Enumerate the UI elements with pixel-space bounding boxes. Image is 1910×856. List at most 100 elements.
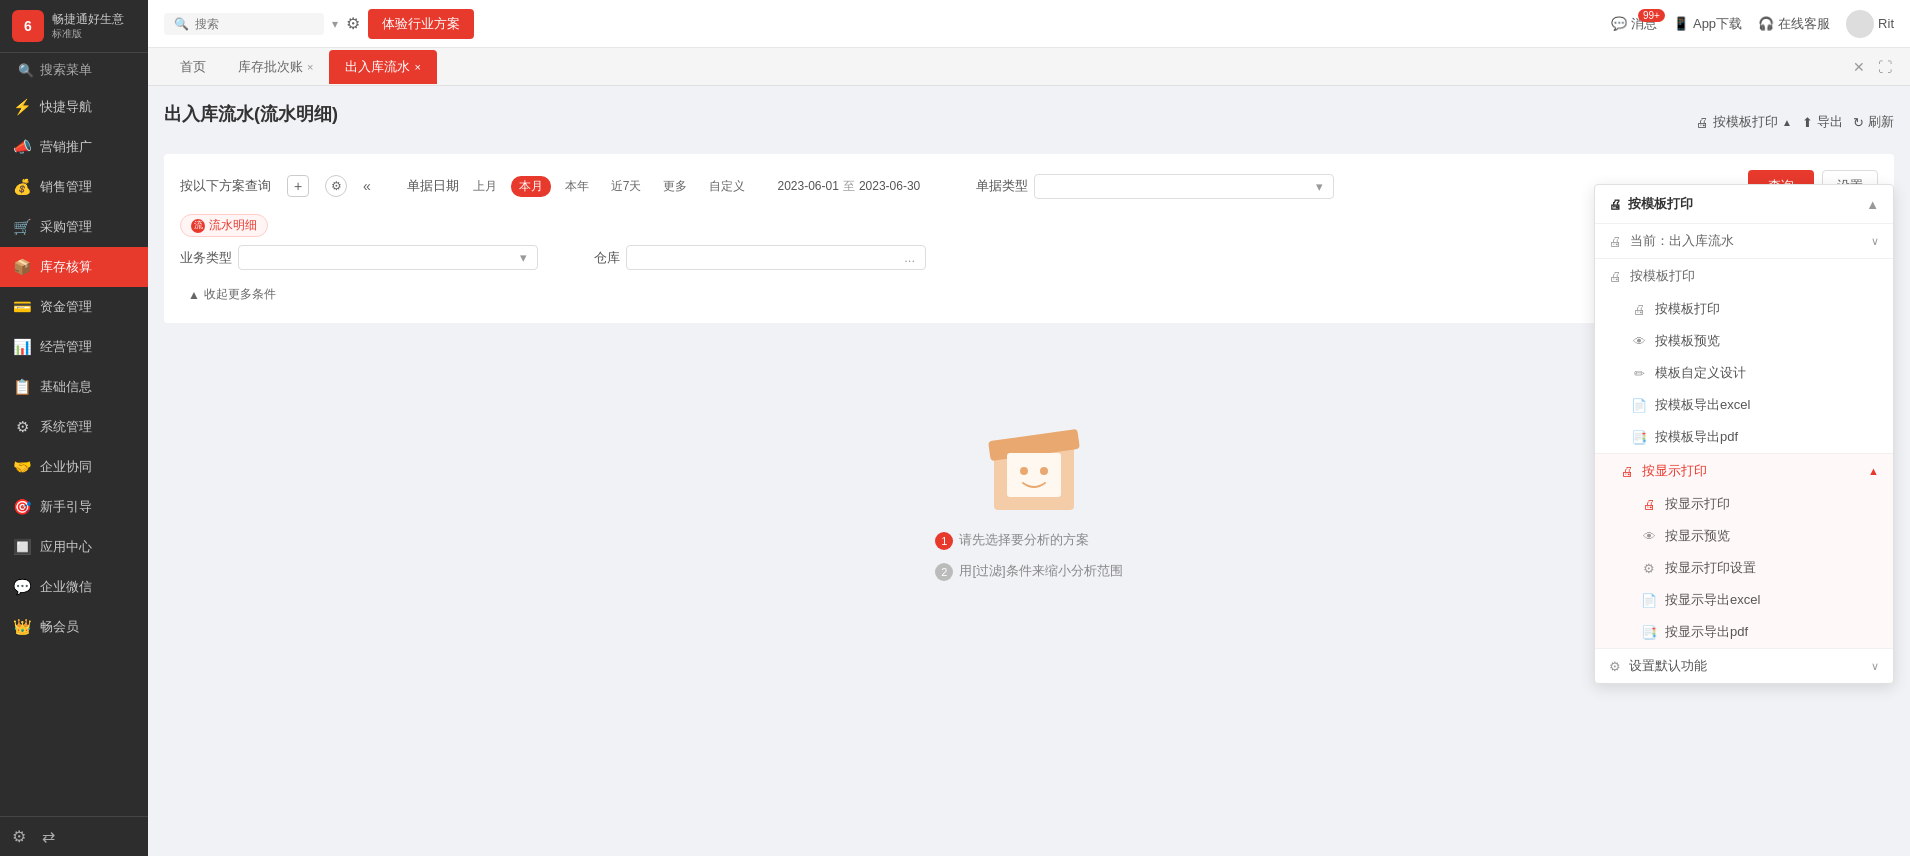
sidebar-item-basic[interactable]: 📋 基础信息 (0, 367, 148, 407)
sidebar-search-label: 搜索菜单 (40, 61, 92, 79)
dropdown-current-label: 当前：出入库流水 (1630, 232, 1734, 250)
warehouse-field[interactable]: ... (626, 245, 926, 270)
tab-home[interactable]: 首页 (164, 50, 222, 84)
sidebar-item-label: 快捷导航 (40, 98, 92, 116)
sidebar-item-member[interactable]: 👑 畅会员 (0, 607, 148, 647)
sidebar-item-label: 销售管理 (40, 178, 92, 196)
tab-current-close-icon[interactable]: × (414, 61, 420, 73)
sidebar-item-shortcut[interactable]: ⚡ 快捷导航 (0, 87, 148, 127)
print-template-label: 按模板打印 (1713, 113, 1778, 131)
tab-current[interactable]: 出入库流水 × (329, 50, 436, 84)
date-range-end: 2023-06-30 (859, 179, 920, 193)
date-btn-more[interactable]: 更多 (655, 176, 695, 197)
step2-num: 2 (935, 563, 953, 581)
filter-collapse-icon[interactable]: « (363, 178, 371, 194)
dropdown-item-display-export-excel[interactable]: 📄 按显示导出excel (1595, 584, 1893, 616)
app-logo-icon: 6 (12, 10, 44, 42)
date-btn-custom[interactable]: 自定义 (701, 176, 753, 197)
type-select[interactable]: ▾ (1034, 174, 1334, 199)
sidebar-item-enterprise[interactable]: 🤝 企业协同 (0, 447, 148, 487)
dropdown-item-display-print[interactable]: 🖨 按显示打印 (1595, 488, 1893, 520)
sidebar-item-wechat[interactable]: 💬 企业微信 (0, 567, 148, 607)
type-label: 单据类型 (976, 177, 1028, 195)
topbar-search-box[interactable]: 🔍 (164, 13, 324, 35)
collapse-sidebar-icon[interactable]: ⇄ (42, 827, 55, 846)
sidebar-item-marketing[interactable]: 📣 营销推广 (0, 127, 148, 167)
sidebar-item-label: 库存核算 (40, 258, 92, 276)
customer-service-button[interactable]: 🎧 在线客服 (1758, 15, 1830, 33)
trial-button[interactable]: 体验行业方案 (368, 9, 474, 39)
dropdown-item-design-template[interactable]: ✏ 模板自定义设计 (1595, 357, 1893, 389)
guide-icon: 🎯 (12, 497, 32, 517)
user-profile[interactable]: Rit (1846, 10, 1894, 38)
dropdown-current-header[interactable]: 🖨 当前：出入库流水 ∨ (1595, 224, 1893, 258)
dropdown-item-preview-template[interactable]: 👁 按模板预览 (1595, 325, 1893, 357)
sidebar-item-label: 企业协同 (40, 458, 92, 476)
brand-badge: 标准版 (52, 27, 124, 41)
tab-batch-close-icon[interactable]: × (307, 61, 313, 73)
sidebar-item-label: 畅会员 (40, 618, 79, 636)
sidebar-item-inventory[interactable]: 📦 库存核算 (0, 247, 148, 287)
topbar-gear-icon[interactable]: ⚙ (346, 14, 360, 33)
chevron-up-icon: ▲ (188, 288, 200, 302)
sidebar-item-operation[interactable]: 📊 经营管理 (0, 327, 148, 367)
sidebar-item-sales[interactable]: 💰 销售管理 (0, 167, 148, 207)
print-template-item-label: 按模板打印 (1655, 300, 1720, 318)
display-section-arrow[interactable]: ▲ (1868, 465, 1879, 477)
filter-add-button[interactable]: + (287, 175, 309, 197)
date-btn-this-month[interactable]: 本月 (511, 176, 551, 197)
sidebar-item-guide[interactable]: 🎯 新手引导 (0, 487, 148, 527)
dropdown-display-header[interactable]: 🖨 按显示打印 ▲ (1595, 454, 1893, 488)
filter-settings-button[interactable]: ⚙ (325, 175, 347, 197)
member-icon: 👑 (12, 617, 32, 637)
tab-batch[interactable]: 库存批次账 × (222, 50, 329, 84)
export-button[interactable]: ⬆ 导出 (1802, 113, 1843, 131)
message-badge: 99+ (1638, 9, 1665, 22)
dropdown-item-display-preview[interactable]: 👁 按显示预览 (1595, 520, 1893, 552)
sidebar-search[interactable]: 🔍 搜索菜单 (0, 53, 148, 87)
dropdown-item-print-template[interactable]: 🖨 按模板打印 (1595, 293, 1893, 325)
empty-illustration (979, 415, 1079, 515)
brand-name: 畅捷通好生意 (52, 11, 124, 28)
message-icon: 💬 (1611, 16, 1627, 31)
sidebar-bottom: ⚙ ⇄ (0, 816, 148, 856)
topbar-chevron-icon[interactable]: ▾ (332, 17, 338, 31)
printer-icon: 🖨 (1696, 115, 1709, 130)
dropdown-display-section: 🖨 按显示打印 ▲ 🖨 按显示打印 👁 按显示预览 ⚙ 按显示打印设置 (1595, 454, 1893, 649)
dropdown-current-arrow[interactable]: ∨ (1871, 235, 1879, 248)
display-preview-icon: 👁 (1641, 528, 1657, 544)
message-button[interactable]: 💬 消息 99+ (1611, 15, 1657, 33)
type-select-arrow: ▾ (1316, 179, 1323, 194)
dropdown-footer-label: 设置默认功能 (1629, 657, 1707, 675)
dropdown-close-icon[interactable]: ▲ (1866, 197, 1879, 212)
phone-icon: 📱 (1673, 16, 1689, 31)
dropdown-footer-arrow[interactable]: ∨ (1871, 660, 1879, 673)
dropdown-item-export-pdf-template[interactable]: 📑 按模板导出pdf (1595, 421, 1893, 453)
sidebar-item-finance[interactable]: 💳 资金管理 (0, 287, 148, 327)
window-maximize-icon[interactable]: ⛶ (1876, 58, 1894, 76)
display-print-icon: 🖨 (1641, 496, 1657, 512)
topbar-search-input[interactable] (195, 17, 275, 31)
dropdown-item-display-settings[interactable]: ⚙ 按显示打印设置 (1595, 552, 1893, 584)
window-close-icon[interactable]: ✕ (1850, 58, 1868, 76)
sidebar-item-system[interactable]: ⚙ 系统管理 (0, 407, 148, 447)
date-btn-this-year[interactable]: 本年 (557, 176, 597, 197)
date-btn-7days[interactable]: 近7天 (603, 176, 650, 197)
settings-icon[interactable]: ⚙ (12, 827, 26, 846)
refresh-button[interactable]: ↻ 刷新 (1853, 113, 1894, 131)
app-download-button[interactable]: 📱 App下载 (1673, 15, 1742, 33)
wechat-icon: 💬 (12, 577, 32, 597)
dropdown-item-display-export-pdf[interactable]: 📑 按显示导出pdf (1595, 616, 1893, 648)
dropdown-template-header[interactable]: 🖨 按模板打印 (1595, 259, 1893, 293)
display-export-pdf-icon: 📑 (1641, 624, 1657, 640)
print-template-button[interactable]: 🖨 按模板打印 ▲ (1696, 113, 1792, 131)
biz-type-select[interactable]: ▾ (238, 245, 538, 270)
sidebar-item-purchase[interactable]: 🛒 采购管理 (0, 207, 148, 247)
filter-tag-detail[interactable]: 流 流水明细 (180, 214, 268, 237)
type-filter-section: 单据类型 ▾ (976, 174, 1334, 199)
dropdown-item-export-excel-template[interactable]: 📄 按模板导出excel (1595, 389, 1893, 421)
dropdown-footer[interactable]: ⚙ 设置默认功能 ∨ (1595, 649, 1893, 683)
sidebar-item-apps[interactable]: 🔲 应用中心 (0, 527, 148, 567)
date-btn-last-month[interactable]: 上月 (465, 176, 505, 197)
dropdown-title: 🖨 按模板打印 (1609, 195, 1693, 213)
